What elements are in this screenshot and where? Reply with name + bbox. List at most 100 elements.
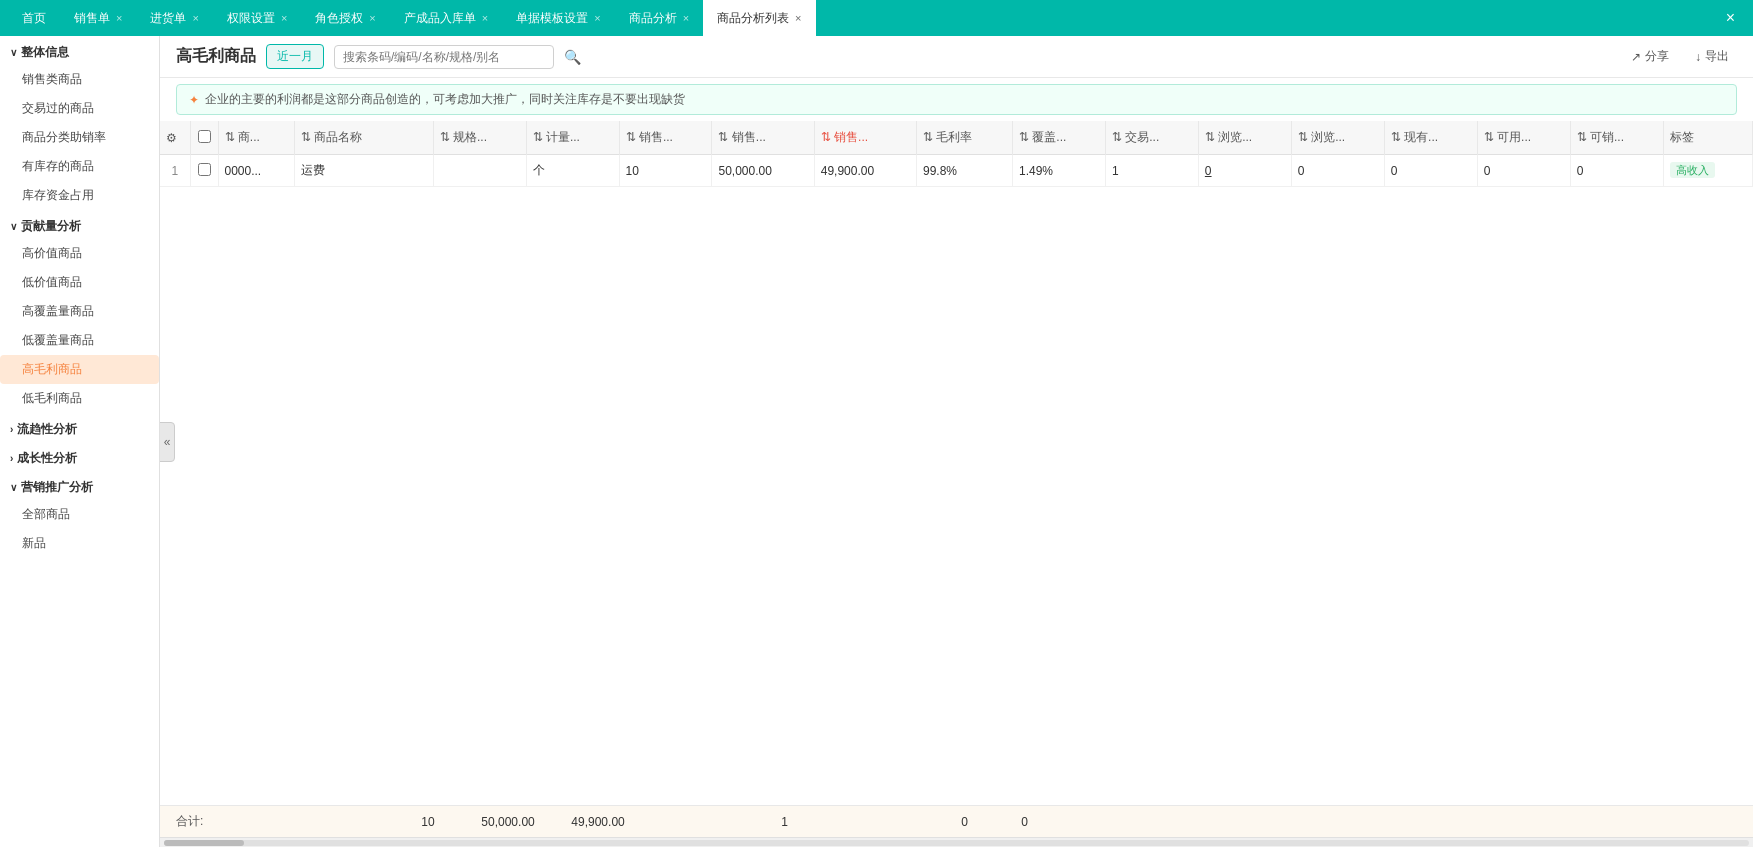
share-icon: ↗ xyxy=(1631,50,1641,64)
export-icon: ↓ xyxy=(1695,50,1701,64)
col-spec[interactable]: ⇅ 规格... xyxy=(433,121,526,155)
col-coverage-sort-icon: ⇅ xyxy=(1019,130,1029,144)
row-view1[interactable]: 0 xyxy=(1198,155,1291,187)
content-area: « 高毛利商品 近一月 🔍 ↗ 分享 ↓ 导出 ✦ 企业的主要的利润都是这部分商… xyxy=(160,36,1753,847)
close-template-tab[interactable]: × xyxy=(594,12,600,24)
close-window-button[interactable]: × xyxy=(1716,9,1745,27)
nav-finished-goods[interactable]: 产成品入库单 × xyxy=(390,0,502,36)
close-product-analysis-list-tab[interactable]: × xyxy=(795,12,801,24)
close-sales-order-tab[interactable]: × xyxy=(116,12,122,24)
row-coverage: 1.49% xyxy=(1012,155,1105,187)
row-checkbox[interactable] xyxy=(198,163,211,176)
export-button[interactable]: ↓ 导出 xyxy=(1687,44,1737,69)
content-header: 高毛利商品 近一月 🔍 ↗ 分享 ↓ 导出 xyxy=(160,36,1753,78)
row-index: 1 xyxy=(160,155,190,187)
footer-available: 0 xyxy=(1013,815,1073,829)
sidebar-item-new-products[interactable]: 新品 xyxy=(0,529,159,558)
close-purchase-order-tab[interactable]: × xyxy=(192,12,198,24)
sidebar-group-growth[interactable]: › 成长性分析 xyxy=(0,442,159,471)
search-input[interactable] xyxy=(334,45,554,69)
col-tag[interactable]: 标签 xyxy=(1663,121,1752,155)
view1-link[interactable]: 0 xyxy=(1205,164,1212,178)
nav-product-analysis[interactable]: 商品分析 × xyxy=(615,0,703,36)
footer-transaction: 1 xyxy=(773,815,833,829)
share-button[interactable]: ↗ 分享 xyxy=(1623,44,1677,69)
col-checkbox[interactable] xyxy=(190,121,218,155)
col-saleable-sort-icon: ⇅ xyxy=(1577,130,1587,144)
col-sales-profit[interactable]: ⇅ 销售... xyxy=(814,121,916,155)
col-view1[interactable]: ⇅ 浏览... xyxy=(1198,121,1291,155)
top-navigation: 首页 销售单 × 进货单 × 权限设置 × 角色授权 × 产成品入库单 × 单据… xyxy=(0,0,1753,36)
close-permission-tab[interactable]: × xyxy=(281,12,287,24)
sidebar-item-high-coverage[interactable]: 高覆盖量商品 xyxy=(0,297,159,326)
nav-sales-order[interactable]: 销售单 × xyxy=(60,0,136,36)
sidebar-item-high-margin[interactable]: 高毛利商品 xyxy=(0,355,159,384)
col-spec-sort-icon: ⇅ xyxy=(440,130,450,144)
col-unit[interactable]: ⇅ 计量... xyxy=(526,121,619,155)
select-all-checkbox[interactable] xyxy=(198,130,211,143)
col-view2[interactable]: ⇅ 浏览... xyxy=(1291,121,1384,155)
nav-product-analysis-list[interactable]: 商品分析列表 × xyxy=(703,0,815,36)
page-title: 高毛利商品 xyxy=(176,46,256,67)
nav-permission-settings[interactable]: 权限设置 × xyxy=(213,0,301,36)
col-settings[interactable]: ⚙ xyxy=(160,121,190,155)
footer-sales-amount: 50,000.00 xyxy=(473,815,563,829)
row-transaction: 1 xyxy=(1105,155,1198,187)
row-available: 0 xyxy=(1477,155,1570,187)
expand-trend-icon: › xyxy=(10,424,13,435)
col-sales-qty[interactable]: ⇅ 销售... xyxy=(619,121,712,155)
sidebar-item-all-products[interactable]: 全部商品 xyxy=(0,500,159,529)
notice-icon: ✦ xyxy=(189,93,199,107)
sidebar: ∨ 整体信息 销售类商品 交易过的商品 商品分类助销率 有库存的商品 库存资金占… xyxy=(0,36,160,847)
sidebar-item-sales-products[interactable]: 销售类商品 xyxy=(0,65,159,94)
close-role-auth-tab[interactable]: × xyxy=(369,12,375,24)
col-code[interactable]: ⇅ 商... xyxy=(218,121,295,155)
col-transaction[interactable]: ⇅ 交易... xyxy=(1105,121,1198,155)
filter-period-button[interactable]: 近一月 xyxy=(266,44,324,69)
sidebar-item-stock-capital[interactable]: 库存资金占用 xyxy=(0,181,159,210)
sidebar-group-trend[interactable]: › 流趋性分析 xyxy=(0,413,159,442)
settings-icon: ⚙ xyxy=(166,131,177,145)
scrollbar-thumb[interactable] xyxy=(164,840,244,846)
col-code-sort-icon: ⇅ xyxy=(225,130,235,144)
sidebar-item-traded-products[interactable]: 交易过的商品 xyxy=(0,94,159,123)
expand-contribution-icon: ∨ xyxy=(10,221,17,232)
col-view2-sort-icon: ⇅ xyxy=(1298,130,1308,144)
product-table-container[interactable]: ⚙ ⇅ 商... ⇅ 商品名称 xyxy=(160,121,1753,805)
sidebar-collapse-button[interactable]: « xyxy=(160,422,175,462)
sidebar-group-marketing[interactable]: ∨ 营销推广分析 xyxy=(0,471,159,500)
close-product-analysis-tab[interactable]: × xyxy=(683,12,689,24)
sidebar-group-contribution[interactable]: ∨ 贡献量分析 xyxy=(0,210,159,239)
nav-role-auth[interactable]: 角色授权 × xyxy=(301,0,389,36)
row-current-stock: 0 xyxy=(1384,155,1477,187)
row-checkbox-cell[interactable] xyxy=(190,155,218,187)
col-transaction-sort-icon: ⇅ xyxy=(1112,130,1122,144)
search-button[interactable]: 🔍 xyxy=(564,49,581,65)
col-available[interactable]: ⇅ 可用... xyxy=(1477,121,1570,155)
col-current-stock-sort-icon: ⇅ xyxy=(1391,130,1401,144)
nav-template-settings[interactable]: 单据模板设置 × xyxy=(502,0,614,36)
row-name: 运费 xyxy=(295,155,434,187)
sidebar-item-low-margin[interactable]: 低毛利商品 xyxy=(0,384,159,413)
sidebar-item-high-value[interactable]: 高价值商品 xyxy=(0,239,159,268)
nav-home[interactable]: 首页 xyxy=(8,0,60,36)
table-footer: 合计: 10 50,000.00 49,900.00 1 0 0 xyxy=(160,805,1753,837)
footer-current-stock: 0 xyxy=(953,815,1013,829)
col-sales-amount[interactable]: ⇅ 销售... xyxy=(712,121,814,155)
sidebar-item-low-value[interactable]: 低价值商品 xyxy=(0,268,159,297)
sidebar-item-low-coverage[interactable]: 低覆盖量商品 xyxy=(0,326,159,355)
horizontal-scrollbar[interactable] xyxy=(160,837,1753,847)
close-finished-goods-tab[interactable]: × xyxy=(482,12,488,24)
sidebar-item-in-stock[interactable]: 有库存的商品 xyxy=(0,152,159,181)
col-coverage[interactable]: ⇅ 覆盖... xyxy=(1012,121,1105,155)
row-sales-profit: 49,900.00 xyxy=(814,155,916,187)
col-current-stock[interactable]: ⇅ 现有... xyxy=(1384,121,1477,155)
col-saleable[interactable]: ⇅ 可销... xyxy=(1570,121,1663,155)
sidebar-group-overall[interactable]: ∨ 整体信息 xyxy=(0,36,159,65)
col-name[interactable]: ⇅ 商品名称 xyxy=(295,121,434,155)
scrollbar-track[interactable] xyxy=(164,840,1749,846)
col-gross-margin[interactable]: ⇅ 毛利率 xyxy=(916,121,1012,155)
nav-purchase-order[interactable]: 进货单 × xyxy=(136,0,212,36)
sidebar-item-category-sale-rate[interactable]: 商品分类助销率 xyxy=(0,123,159,152)
footer-sales-qty: 10 xyxy=(413,815,473,829)
